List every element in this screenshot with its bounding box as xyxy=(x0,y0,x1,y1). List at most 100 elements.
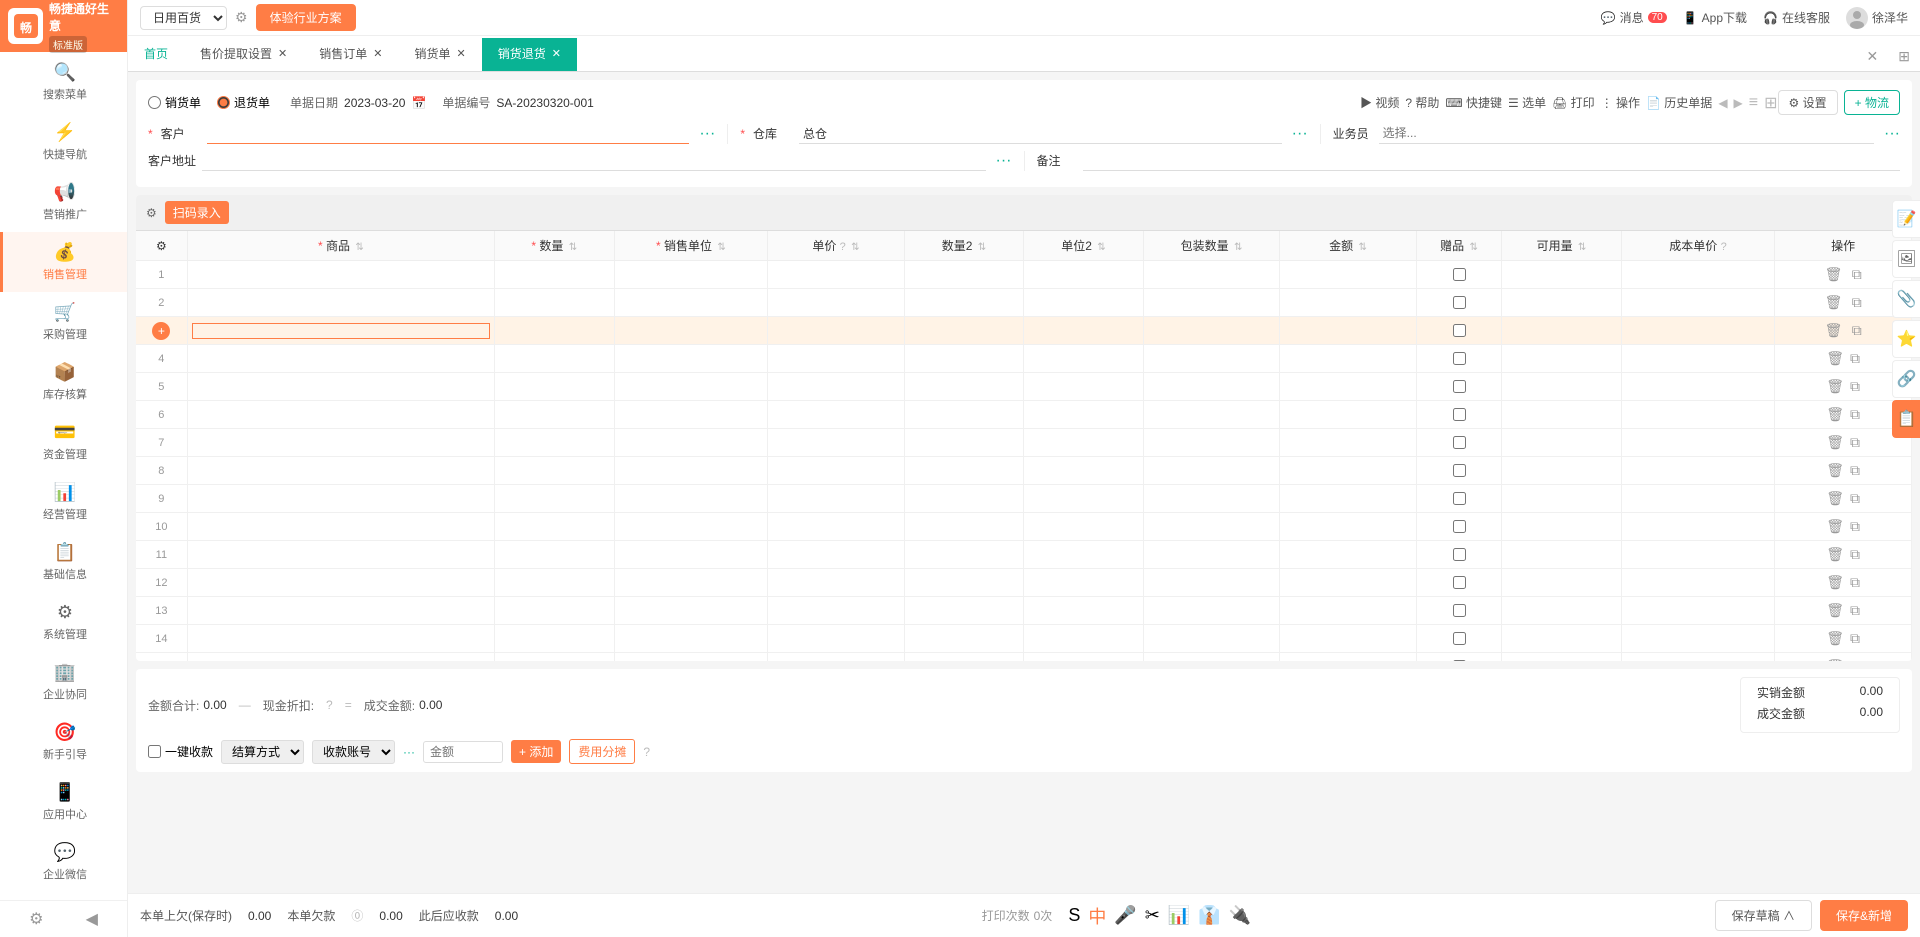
sales-unit-cell-3[interactable] xyxy=(614,317,768,345)
tab-sales-return[interactable]: 销货退货 ✕ xyxy=(482,38,577,71)
video-btn[interactable]: ▶ 视频 xyxy=(1360,94,1399,111)
message-group[interactable]: 💬 消息 70 xyxy=(1601,9,1667,26)
remark-input[interactable] xyxy=(1083,150,1901,171)
sales-unit-cell-2[interactable] xyxy=(614,289,768,317)
delete-row-1-btn[interactable]: 🗑 xyxy=(1825,266,1843,282)
tab-sales-delivery[interactable]: 销货单 ✕ xyxy=(398,38,481,71)
account-select[interactable]: 收款账号 xyxy=(312,740,395,764)
cost-price-cell-1[interactable] xyxy=(1621,261,1775,289)
sidebar-item-system[interactable]: ⚙ 系统管理 xyxy=(0,592,127,652)
print-btn[interactable]: 🖨 打印 xyxy=(1552,94,1595,111)
sidebar-item-purchase[interactable]: 🛒 采购管理 xyxy=(0,292,127,352)
copy-row-6-btn[interactable]: ⧉ xyxy=(1850,406,1860,422)
gift-checkbox-3[interactable] xyxy=(1453,324,1466,337)
payment-amount-input[interactable] xyxy=(423,741,503,763)
warehouse-ellipsis-btn[interactable]: ··· xyxy=(1292,125,1308,143)
select-btn[interactable]: ☰ 选单 xyxy=(1508,94,1546,111)
settings-button[interactable]: ⚙ 设置 xyxy=(1778,90,1838,115)
onepay-checkbox-label[interactable]: 一键收款 xyxy=(148,743,213,760)
delete-row-3-btn[interactable]: 🗑 xyxy=(1825,322,1843,338)
cost-price-help-icon[interactable]: ? xyxy=(1721,241,1727,253)
taskbar-icon-2[interactable]: 中 xyxy=(1088,903,1106,929)
operations-btn[interactable]: ⋮ 操作 xyxy=(1601,94,1640,111)
taskbar-icon-5[interactable]: 📊 xyxy=(1168,905,1190,926)
quantity-cell-3[interactable] xyxy=(495,317,615,345)
pack-qty-cell-1[interactable] xyxy=(1143,261,1280,289)
copy-row-9-btn[interactable]: ⧉ xyxy=(1850,490,1860,506)
quick-btn-photo[interactable]: 🖼 xyxy=(1892,240,1920,278)
quantity2-cell-2[interactable] xyxy=(904,289,1024,317)
save-new-button[interactable]: 保存&新增 xyxy=(1820,900,1908,931)
calc-method-select[interactable]: 结算方式 xyxy=(221,740,304,764)
available-cell-3[interactable] xyxy=(1502,317,1622,345)
view-grid-icon[interactable]: ⊞ xyxy=(1764,93,1777,113)
delete-row-10-btn[interactable]: 🗑 xyxy=(1826,518,1844,534)
delete-row-14-btn[interactable]: 🗑 xyxy=(1826,630,1844,646)
nav-next-icon[interactable]: ▶ xyxy=(1734,96,1743,110)
gift-checkbox-11[interactable] xyxy=(1453,548,1466,561)
radio-return[interactable]: 退货单 xyxy=(217,94,270,111)
gift-checkbox-13[interactable] xyxy=(1453,604,1466,617)
salesman-input[interactable] xyxy=(1379,123,1874,144)
table-config-icon[interactable]: ⚙ xyxy=(146,206,157,220)
unit2-cell-2[interactable] xyxy=(1024,289,1144,317)
gift-checkbox-7[interactable] xyxy=(1453,436,1466,449)
table-config-col-icon[interactable]: ⚙ xyxy=(156,239,167,253)
gift-checkbox-15[interactable] xyxy=(1453,660,1466,661)
address-input[interactable] xyxy=(202,150,986,171)
delete-row-2-btn[interactable]: 🗑 xyxy=(1825,294,1843,310)
delete-row-8-btn[interactable]: 🗑 xyxy=(1826,462,1844,478)
copy-row-5-btn[interactable]: ⧉ xyxy=(1850,378,1860,394)
sidebar-item-quick-nav[interactable]: ⚡ 快捷导航 xyxy=(0,112,127,172)
address-ellipsis-btn[interactable]: ··· xyxy=(996,152,1012,170)
copy-row-15-btn[interactable]: ⧉ xyxy=(1850,658,1860,661)
gift-checkbox-5[interactable] xyxy=(1453,380,1466,393)
gift-checkbox-9[interactable] xyxy=(1453,492,1466,505)
quick-btn-note[interactable]: 📝 xyxy=(1892,200,1920,238)
tab-price-setting-close[interactable]: ✕ xyxy=(278,47,287,60)
quick-btn-link[interactable]: 🔗 xyxy=(1892,360,1920,398)
taskbar-icon-7[interactable]: 🔌 xyxy=(1229,905,1251,926)
save-draft-button[interactable]: 保存草稿 ∧ xyxy=(1715,900,1812,931)
service-group[interactable]: 🎧 在线客服 xyxy=(1763,9,1830,26)
quick-btn-star[interactable]: ⭐ xyxy=(1892,320,1920,358)
radio-sales[interactable]: 销货单 xyxy=(148,94,201,111)
scan-input-button[interactable]: 扫码录入 xyxy=(165,201,229,224)
save-draft-expand-icon[interactable]: ∧ xyxy=(1783,909,1795,923)
sidebar-item-marketing[interactable]: 📢 营销推广 xyxy=(0,172,127,232)
taskbar-icon-6[interactable]: 👔 xyxy=(1198,905,1220,926)
user-group[interactable]: 徐泽华 xyxy=(1846,7,1908,29)
gift-checkbox-8[interactable] xyxy=(1453,464,1466,477)
topbar-gear-icon[interactable]: ⚙ xyxy=(235,9,248,26)
amount-cell-3[interactable] xyxy=(1280,317,1417,345)
account-ellipsis-btn[interactable]: ··· xyxy=(403,745,415,759)
delete-row-15-btn[interactable]: 🗑 xyxy=(1826,658,1844,661)
industry-select[interactable]: 日用百货 xyxy=(140,6,227,30)
copy-row-3-btn[interactable]: ⧉ xyxy=(1852,322,1862,338)
salesman-ellipsis-btn[interactable]: ··· xyxy=(1884,125,1900,143)
unit-price-help-icon[interactable]: ? xyxy=(840,241,846,253)
sidebar-item-basic-info[interactable]: 📋 基础信息 xyxy=(0,532,127,592)
copy-row-8-btn[interactable]: ⧉ xyxy=(1850,462,1860,478)
available-cell-2[interactable] xyxy=(1502,289,1622,317)
unit-price-cell-2[interactable] xyxy=(768,289,905,317)
split-payment-button[interactable]: 费用分摊 xyxy=(569,739,635,764)
copy-row-11-btn[interactable]: ⧉ xyxy=(1850,546,1860,562)
taskbar-icon-4[interactable]: ✂ xyxy=(1145,905,1160,926)
delete-row-13-btn[interactable]: 🗑 xyxy=(1826,602,1844,618)
tab-sales-return-close[interactable]: ✕ xyxy=(552,47,561,60)
sidebar-item-newbie[interactable]: 🎯 新手引导 xyxy=(0,712,127,772)
history-btn[interactable]: 📄 历史单据 xyxy=(1646,94,1712,111)
radio-return-input[interactable] xyxy=(217,96,230,109)
onepay-checkbox[interactable] xyxy=(148,745,161,758)
gift-checkbox-4[interactable] xyxy=(1453,352,1466,365)
sidebar-item-sales[interactable]: 💰 销售管理 xyxy=(0,232,127,292)
taskbar-icon-3[interactable]: 🎤 xyxy=(1114,905,1136,926)
radio-sales-input[interactable] xyxy=(148,96,161,109)
sidebar-item-app-center[interactable]: 📱 应用中心 xyxy=(0,772,127,832)
product-cell-1[interactable] xyxy=(187,261,494,289)
product-cell-3[interactable] xyxy=(187,317,494,345)
cost-price-cell-3[interactable] xyxy=(1621,317,1775,345)
quantity2-cell-3[interactable] xyxy=(904,317,1024,345)
available-cell-1[interactable] xyxy=(1502,261,1622,289)
